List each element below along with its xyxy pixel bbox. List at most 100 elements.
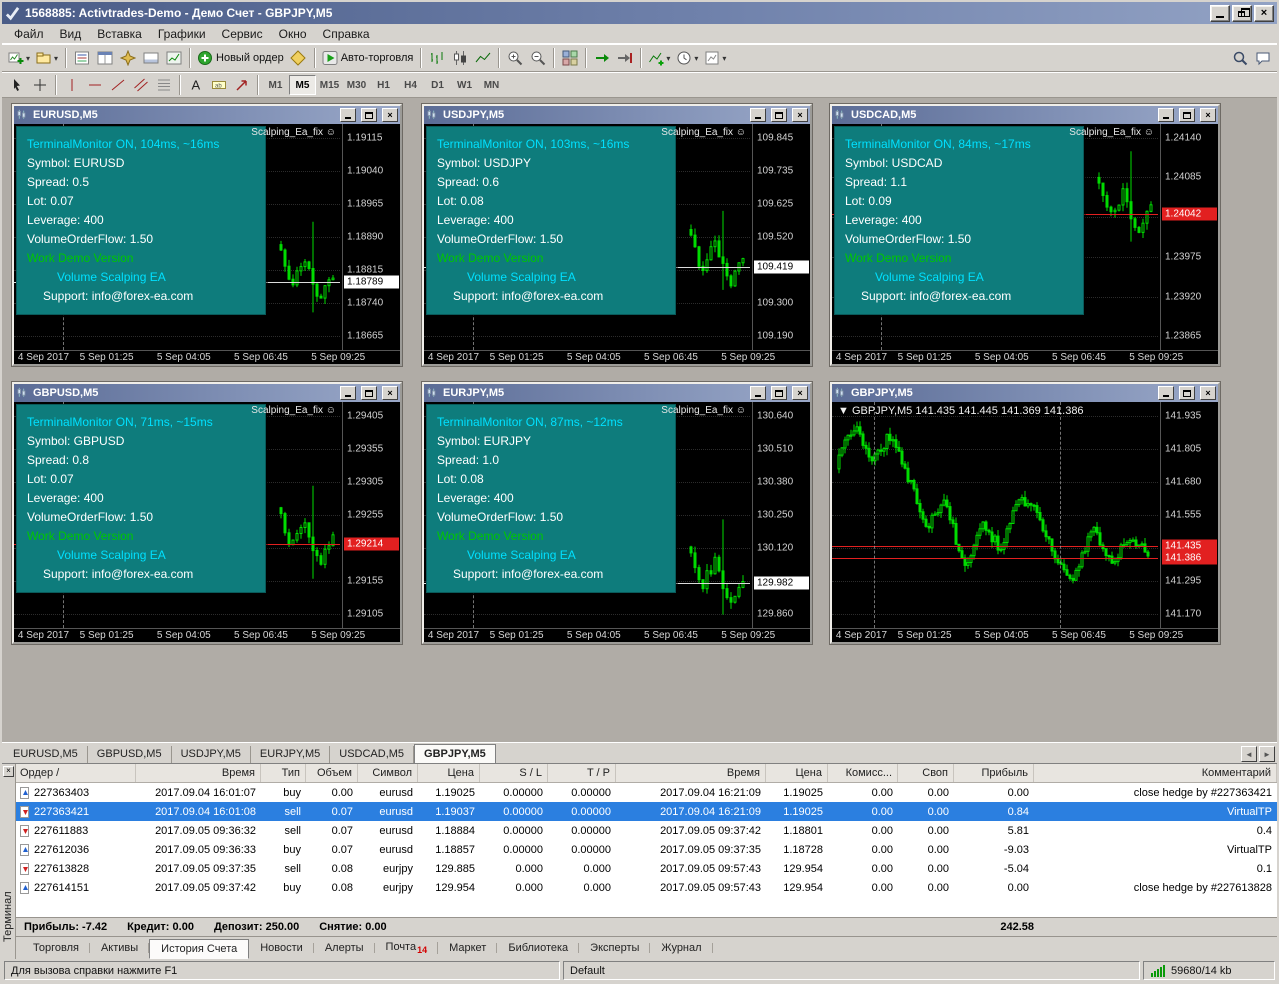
chart-minimize-button[interactable]: [1158, 386, 1174, 400]
terminal-tab-6[interactable]: Маркет: [438, 939, 498, 957]
trendline-tool-button[interactable]: [106, 74, 129, 96]
chart-tab-usdcad[interactable]: USDCAD,M5: [330, 746, 415, 763]
metaeditor-button[interactable]: [287, 47, 310, 69]
chart-line-button[interactable]: [471, 47, 494, 69]
chart-window-titlebar[interactable]: USDJPY,M5 ×: [424, 106, 810, 124]
terminal-tab-8[interactable]: Эксперты: [579, 939, 651, 957]
menu-item-0[interactable]: Файл: [6, 25, 52, 43]
chart-tab-eurusd[interactable]: EURUSD,M5: [4, 746, 88, 763]
terminal-close-icon[interactable]: ×: [3, 766, 14, 777]
timeframe-M30-button[interactable]: M30: [343, 75, 370, 95]
profiles-button[interactable]: ▾: [33, 47, 61, 69]
chart-restore-button[interactable]: [1179, 386, 1195, 400]
chart-window-titlebar[interactable]: GBPUSD,M5 ×: [14, 384, 400, 402]
menu-item-3[interactable]: Графики: [150, 25, 214, 43]
chart-minimize-button[interactable]: [340, 108, 356, 122]
chart-restore-button[interactable]: [361, 108, 377, 122]
table-row[interactable]: 227611883 2017.09.05 09:36:32 sell 0.07 euru…: [16, 821, 1277, 840]
cursor-tool-button[interactable]: [5, 74, 28, 96]
chart-restore-button[interactable]: [771, 108, 787, 122]
column-header-13[interactable]: Комментарий: [1034, 764, 1277, 782]
table-row[interactable]: 227613828 2017.09.05 09:37:35 sell 0.08 eurj…: [16, 859, 1277, 878]
chart-tab-eurjpy[interactable]: EURJPY,M5: [251, 746, 331, 763]
chart-window-titlebar[interactable]: GBPJPY,M5 ×: [832, 384, 1218, 402]
chart-close-button[interactable]: ×: [1200, 386, 1216, 400]
column-header-5[interactable]: Цена: [418, 764, 480, 782]
column-header-12[interactable]: Прибыль: [954, 764, 1034, 782]
chart-tab-gbpusd[interactable]: GBPUSD,M5: [88, 746, 172, 763]
market-watch-button[interactable]: [70, 47, 93, 69]
chat-button[interactable]: [1251, 47, 1274, 69]
table-row[interactable]: 227363421 2017.09.04 16:01:08 sell 0.07 euru…: [16, 802, 1277, 821]
table-row[interactable]: 227612036 2017.09.05 09:36:33 buy 0.07 eurus…: [16, 840, 1277, 859]
column-header-8[interactable]: Время: [616, 764, 766, 782]
minimize-button[interactable]: [1210, 4, 1230, 22]
menu-item-4[interactable]: Сервис: [214, 25, 271, 43]
data-window-button[interactable]: [93, 47, 116, 69]
terminal-tab-4[interactable]: Алерты: [314, 939, 375, 957]
chart-minimize-button[interactable]: [750, 108, 766, 122]
menu-item-6[interactable]: Справка: [315, 25, 378, 43]
chart-close-button[interactable]: ×: [792, 108, 808, 122]
fibonacci-tool-button[interactable]: [152, 74, 175, 96]
templates-button[interactable]: ▾: [701, 47, 729, 69]
auto-scroll-button[interactable]: [590, 47, 613, 69]
chart-close-button[interactable]: ×: [1200, 108, 1216, 122]
timeframe-MN-button[interactable]: MN: [478, 75, 505, 95]
search-button[interactable]: [1228, 47, 1251, 69]
menu-item-5[interactable]: Окно: [271, 25, 315, 43]
zoom-out-button[interactable]: [526, 47, 549, 69]
column-header-6[interactable]: S / L: [480, 764, 548, 782]
terminal-tab-7[interactable]: Библиотека: [497, 939, 580, 957]
terminal-tab-3[interactable]: Новости: [249, 939, 314, 957]
chart-candles-button[interactable]: [448, 47, 471, 69]
chart-minimize-button[interactable]: [1158, 108, 1174, 122]
scroll-left-button[interactable]: ◄: [1241, 746, 1257, 762]
channel-tool-button[interactable]: [129, 74, 152, 96]
column-header-9[interactable]: Цена: [766, 764, 828, 782]
chart-close-button[interactable]: ×: [792, 386, 808, 400]
timeframe-D1-button[interactable]: D1: [424, 75, 451, 95]
timeframe-M15-button[interactable]: M15: [316, 75, 343, 95]
column-header-1[interactable]: Время: [136, 764, 261, 782]
chart-minimize-button[interactable]: [340, 386, 356, 400]
timeframe-M1-button[interactable]: M1: [262, 75, 289, 95]
horizontal-line-tool-button[interactable]: [83, 74, 106, 96]
chart-restore-button[interactable]: [771, 386, 787, 400]
chart-restore-button[interactable]: [1179, 108, 1195, 122]
chart-window-titlebar[interactable]: EURJPY,M5 ×: [424, 384, 810, 402]
new-chart-button[interactable]: ▾: [5, 47, 33, 69]
scroll-right-button[interactable]: ►: [1259, 746, 1275, 762]
arrows-tool-button[interactable]: [230, 74, 253, 96]
column-header-2[interactable]: Тип: [261, 764, 306, 782]
terminal-button[interactable]: [139, 47, 162, 69]
column-header-11[interactable]: Своп: [898, 764, 954, 782]
terminal-tab-0[interactable]: Торговля: [22, 939, 90, 957]
crosshair-tool-button[interactable]: [28, 74, 51, 96]
periods-button[interactable]: ▾: [673, 47, 701, 69]
chart-shift-button[interactable]: [613, 47, 636, 69]
status-profile[interactable]: Default: [563, 961, 1140, 980]
timeframe-W1-button[interactable]: W1: [451, 75, 478, 95]
new-order-button[interactable]: Новый ордер: [194, 47, 287, 69]
navigator-button[interactable]: [116, 47, 139, 69]
terminal-tab-2[interactable]: История Счета: [149, 938, 250, 959]
column-header-0[interactable]: Ордер /: [16, 764, 136, 782]
timeframe-H1-button[interactable]: H1: [370, 75, 397, 95]
chart-bars-button[interactable]: [425, 47, 448, 69]
chart-close-button[interactable]: ×: [382, 108, 398, 122]
terminal-tab-1[interactable]: Активы: [90, 939, 150, 957]
zoom-in-button[interactable]: [503, 47, 526, 69]
chart-minimize-button[interactable]: [750, 386, 766, 400]
table-row[interactable]: 227363403 2017.09.04 16:01:07 buy 0.00 eurus…: [16, 783, 1277, 802]
chart-window-titlebar[interactable]: USDCAD,M5 ×: [832, 106, 1218, 124]
table-row[interactable]: 227614151 2017.09.05 09:37:42 buy 0.08 eurjp…: [16, 878, 1277, 897]
vertical-line-tool-button[interactable]: [60, 74, 83, 96]
indicators-button[interactable]: ▾: [645, 47, 673, 69]
text-label-tool-button[interactable]: ab: [207, 74, 230, 96]
tile-windows-button[interactable]: [558, 47, 581, 69]
chart-tab-gbpjpy[interactable]: GBPJPY,M5: [414, 744, 496, 763]
text-tool-button[interactable]: A: [184, 74, 207, 96]
chart-close-button[interactable]: ×: [382, 386, 398, 400]
terminal-tab-9[interactable]: Журнал: [650, 939, 713, 957]
